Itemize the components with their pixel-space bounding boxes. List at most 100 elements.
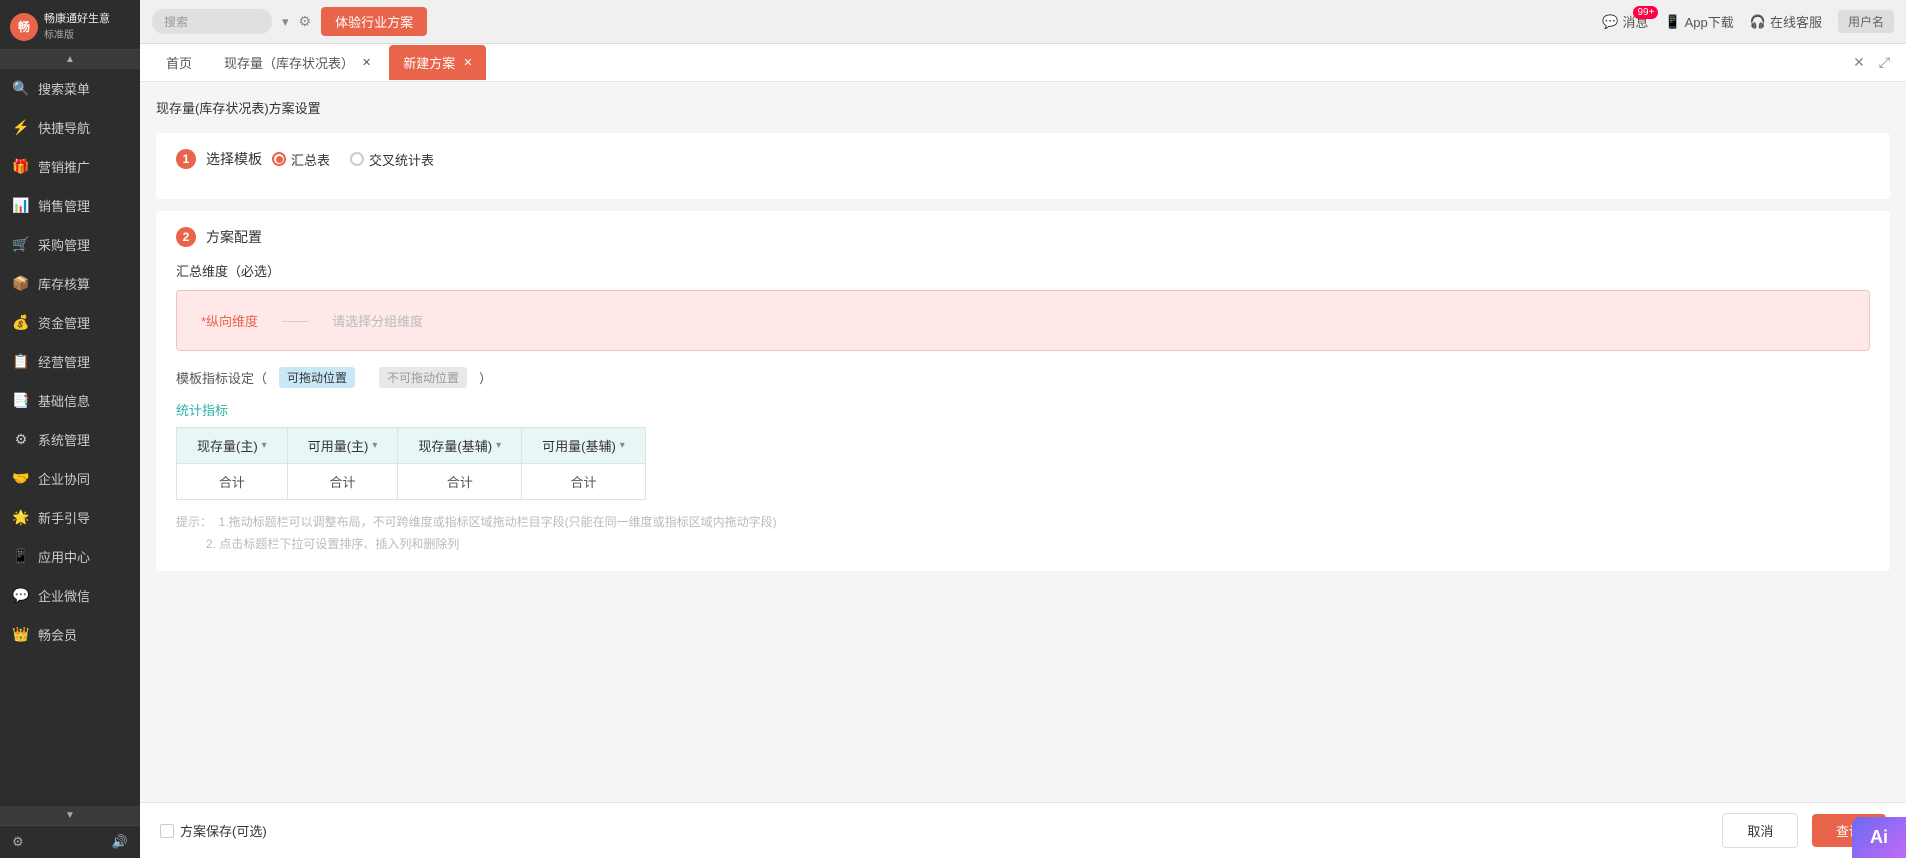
finance-icon: 💰: [12, 314, 30, 331]
operations-icon: 📋: [12, 353, 30, 370]
settings-icon[interactable]: ⚙: [12, 834, 24, 850]
content-area: 现存量(库存状况表)方案设置 1 选择模板 汇总表 交叉统计表: [140, 82, 1906, 802]
user-avatar[interactable]: 用户名: [1838, 10, 1894, 33]
sidebar-item-basic-info[interactable]: 📑 基础信息: [0, 381, 140, 420]
step2-card: 2 方案配置 汇总维度（必选） *纵向维度 —— 请选择分组维度 模板指标设定（…: [156, 211, 1890, 571]
vertical-dim-label: *纵向维度: [201, 311, 258, 330]
search-box[interactable]: 搜索: [152, 9, 272, 34]
tab-home-label: 首页: [166, 53, 192, 72]
sidebar-label-inventory: 库存核算: [38, 274, 90, 293]
page-title: 现存量(库存状况表)方案设置: [156, 98, 1890, 117]
sidebar-item-member[interactable]: 👑 畅会员: [0, 615, 140, 654]
messages-badge-area[interactable]: 💬 消息 99+: [1602, 12, 1648, 31]
sidebar: 畅 畅康通好生意 标准版 ▲ 🔍 搜索菜单 ⚡ 快捷导航 🎁 营销推广 📊 销售…: [0, 0, 140, 858]
main-area: 搜索 ▾ ⚙ 体验行业方案 💬 消息 99+ 📱 App下载 🎧 在线客服 用户…: [140, 0, 1906, 858]
experience-industry-button[interactable]: 体验行业方案: [321, 7, 427, 36]
col-header-0[interactable]: 现存量(主) ▾: [177, 428, 288, 464]
sidebar-label-marketing: 营销推广: [38, 157, 90, 176]
dropdown-arrow-icon[interactable]: ▾: [282, 14, 289, 30]
help-icon[interactable]: 🔊: [112, 834, 128, 850]
phone-icon: 📱: [1664, 14, 1680, 30]
cell-1: 合计: [287, 464, 398, 500]
save-checkbox[interactable]: [160, 824, 174, 838]
sidebar-scroll-up[interactable]: ▲: [0, 50, 140, 69]
sidebar-item-search-menu[interactable]: 🔍 搜索菜单: [0, 69, 140, 108]
sidebar-label-app-center: 应用中心: [38, 547, 90, 566]
sidebar-footer: ⚙ 🔊: [0, 825, 140, 858]
sidebar-item-purchase[interactable]: 🛒 采购管理: [0, 225, 140, 264]
tab-inventory-status-close[interactable]: ✕: [362, 56, 371, 69]
sidebar-item-wechat[interactable]: 💬 企业微信: [0, 576, 140, 615]
vertical-dim-box[interactable]: *纵向维度 —— 请选择分组维度: [176, 290, 1870, 351]
sidebar-item-app-center[interactable]: 📱 应用中心: [0, 537, 140, 576]
save-option: 方案保存(可选): [160, 821, 267, 840]
hint-text-1: 提示： 1.拖动标题栏可以调整布局，不可跨维度或指标区域拖动栏目字段(只能在同一…: [176, 512, 1870, 534]
tab-new-scheme-close[interactable]: ✕: [463, 56, 472, 69]
ai-badge[interactable]: Ai: [1852, 817, 1906, 858]
expand-icon[interactable]: ⤢: [1875, 52, 1894, 73]
cancel-button[interactable]: 取消: [1722, 813, 1798, 848]
sidebar-item-enterprise[interactable]: 🤝 企业协同: [0, 459, 140, 498]
cell-3: 合计: [522, 464, 646, 500]
sidebar-scroll-down[interactable]: ▼: [0, 806, 140, 825]
template-radio-group: 汇总表 交叉统计表: [272, 150, 434, 169]
app-download-link[interactable]: 📱 App下载: [1664, 12, 1733, 31]
col-arrow-2: ▾: [496, 440, 501, 451]
radio-cross-circle: [350, 152, 364, 166]
wechat-icon: 💬: [12, 587, 30, 604]
sidebar-item-sales[interactable]: 📊 销售管理: [0, 186, 140, 225]
step1-title: 选择模板: [206, 149, 262, 169]
col-label-2: 现存量(基辅): [418, 436, 492, 455]
sidebar-label-finance: 资金管理: [38, 313, 90, 332]
newcomer-icon: 🌟: [12, 509, 30, 526]
step2-num: 2: [176, 227, 196, 247]
radio-summary-circle: [272, 152, 286, 166]
radio-cross[interactable]: 交叉统计表: [350, 150, 434, 169]
vertical-dim-placeholder: 请选择分组维度: [332, 311, 423, 330]
online-service-link[interactable]: 🎧 在线客服: [1750, 12, 1822, 31]
sidebar-item-finance[interactable]: 💰 资金管理: [0, 303, 140, 342]
sidebar-label-member: 畅会员: [38, 625, 77, 644]
tab-home[interactable]: 首页: [152, 45, 206, 80]
tab-new-scheme[interactable]: 新建方案 ✕: [389, 45, 486, 80]
tab-inventory-status[interactable]: 现存量（库存状况表） ✕: [210, 45, 385, 80]
sidebar-label-quick-nav: 快捷导航: [38, 118, 90, 137]
col-header-3[interactable]: 可用量(基辅) ▾: [522, 428, 646, 464]
sidebar-item-inventory[interactable]: 📦 库存核算: [0, 264, 140, 303]
tab-inventory-status-label: 现存量（库存状况表）: [224, 53, 354, 72]
sales-icon: 📊: [12, 197, 30, 214]
sidebar-item-system[interactable]: ⚙ 系统管理: [0, 420, 140, 459]
topbar-gear-icon[interactable]: ⚙: [299, 13, 312, 30]
system-icon: ⚙: [12, 431, 30, 448]
sidebar-item-operations[interactable]: 📋 经营管理: [0, 342, 140, 381]
vertical-dim-separator: ——: [282, 313, 308, 328]
col-header-1[interactable]: 可用量(主) ▾: [287, 428, 398, 464]
sidebar-label-newcomer: 新手引导: [38, 508, 90, 527]
sidebar-label-enterprise: 企业协同: [38, 469, 90, 488]
sidebar-item-newcomer[interactable]: 🌟 新手引导: [0, 498, 140, 537]
indicator-setting: 模板指标设定（ 可拖动位置 不可拖动位置 ）: [176, 367, 1870, 388]
close-panel-icon[interactable]: ✕: [1849, 52, 1869, 73]
col-arrow-1: ▾: [372, 440, 377, 451]
sidebar-item-quick-nav[interactable]: ⚡ 快捷导航: [0, 108, 140, 147]
stats-title: 统计指标: [176, 400, 1870, 419]
tabbar: 首页 现存量（库存状况表） ✕ 新建方案 ✕ ✕ ⤢: [140, 44, 1906, 82]
bottombar: 方案保存(可选) 取消 查询: [140, 802, 1906, 858]
tab-new-scheme-label: 新建方案: [403, 53, 455, 72]
radio-summary[interactable]: 汇总表: [272, 150, 330, 169]
save-option-label: 方案保存(可选): [180, 821, 267, 840]
col-header-2[interactable]: 现存量(基辅) ▾: [398, 428, 522, 464]
col-label-3: 可用量(基辅): [542, 436, 616, 455]
sidebar-item-marketing[interactable]: 🎁 营销推广: [0, 147, 140, 186]
hints-area: 提示： 1.拖动标题栏可以调整布局，不可跨维度或指标区域拖动栏目字段(只能在同一…: [176, 512, 1870, 555]
sidebar-logo: 畅 畅康通好生意 标准版: [0, 0, 140, 50]
topbar: 搜索 ▾ ⚙ 体验行业方案 💬 消息 99+ 📱 App下载 🎧 在线客服 用户…: [140, 0, 1906, 44]
member-icon: 👑: [12, 626, 30, 643]
search-icon: 🔍: [12, 80, 30, 97]
stats-table: 现存量(主) ▾ 可用量(主) ▾: [176, 427, 646, 500]
app-center-icon: 📱: [12, 548, 30, 565]
indicator-close: ）: [479, 368, 492, 387]
headset-icon: 🎧: [1750, 14, 1766, 30]
message-icon: 💬: [1602, 14, 1618, 30]
col-arrow-3: ▾: [620, 440, 625, 451]
